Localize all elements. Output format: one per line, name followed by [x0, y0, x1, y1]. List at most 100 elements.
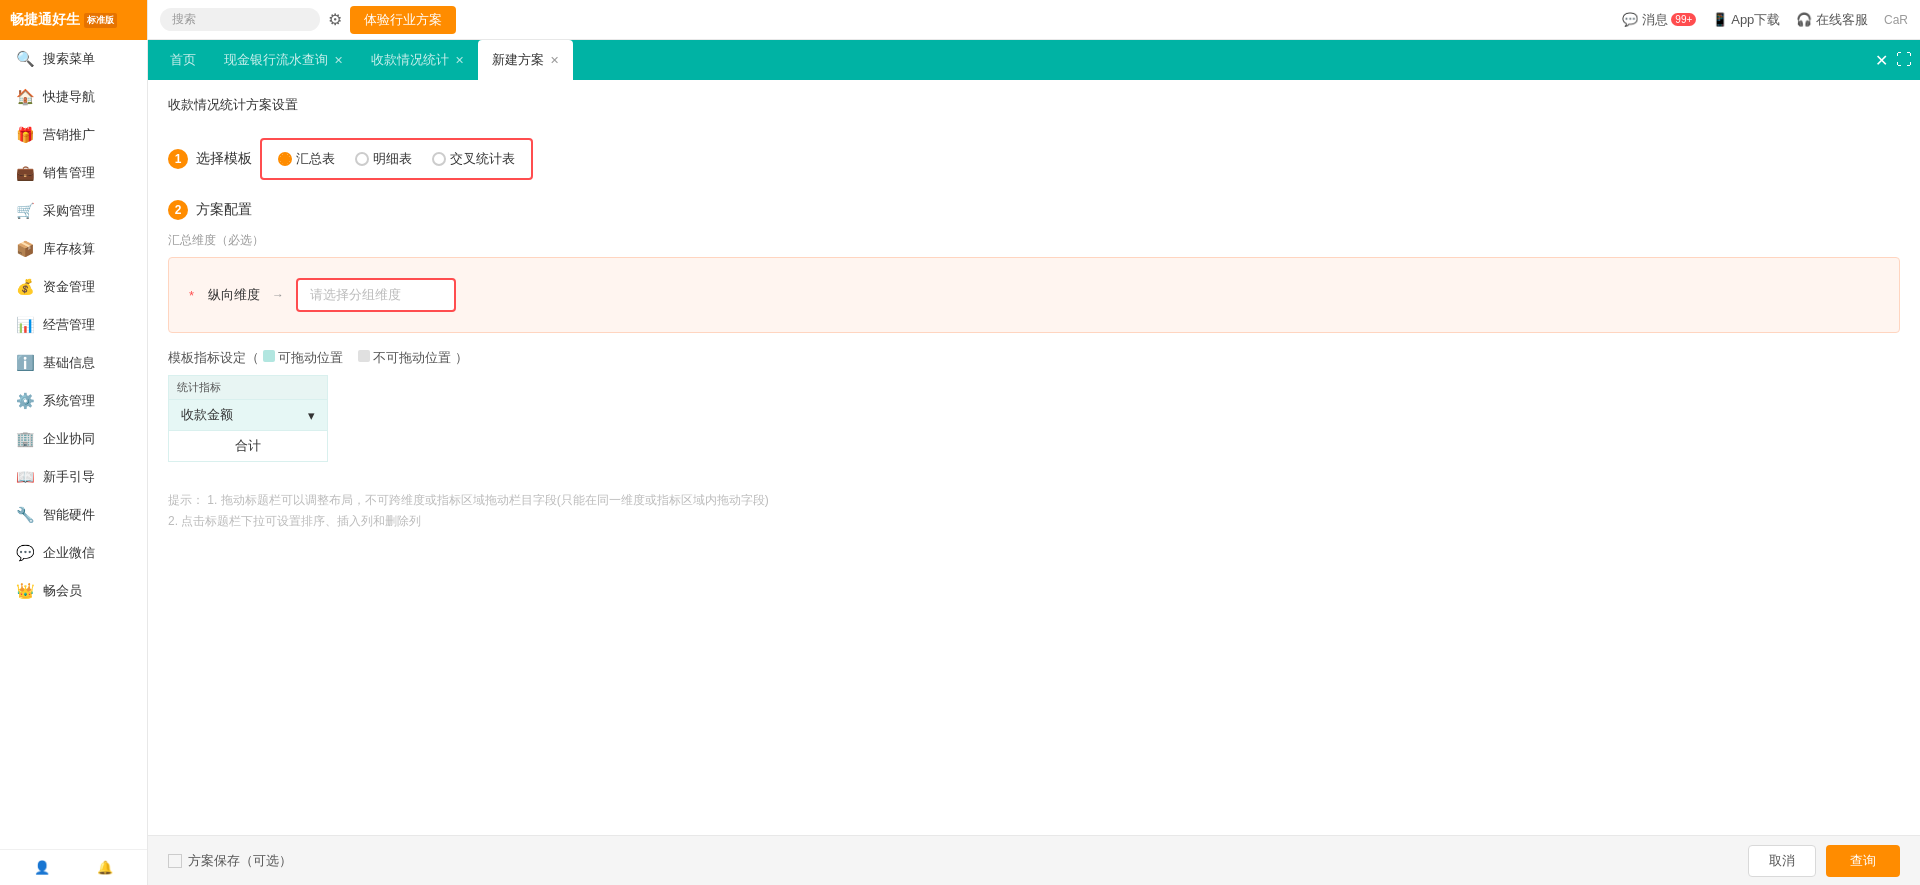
step2-num: 2 — [168, 200, 188, 220]
radio-detail[interactable]: 明细表 — [355, 150, 412, 168]
dropdown-icon[interactable]: ▾ — [308, 408, 315, 423]
sidebar-icon-11: 📖 — [16, 468, 35, 486]
tab-collection-label: 收款情况统计 — [371, 51, 449, 69]
sidebar-icon-5: 📦 — [16, 240, 35, 258]
sidebar-label-12: 智能硬件 — [43, 506, 95, 524]
sidebar-item-14[interactable]: 👑畅会员 — [0, 572, 147, 610]
footer-left: 方案保存（可选） — [168, 852, 292, 870]
sidebar-item-12[interactable]: 🔧智能硬件 — [0, 496, 147, 534]
sidebar-item-2[interactable]: 🎁营销推广 — [0, 116, 147, 154]
draggable-legend-dot — [263, 350, 275, 362]
cancel-button[interactable]: 取消 — [1748, 845, 1816, 877]
save-checkbox-label: 方案保存（可选） — [188, 852, 292, 870]
sidebar-item-11[interactable]: 📖新手引导 — [0, 458, 147, 496]
step2-header: 2 方案配置 — [168, 200, 1900, 220]
tabbar: 首页 现金银行流水查询 ✕ 收款情况统计 ✕ 新建方案 ✕ ✕ ⛶ — [148, 40, 1920, 80]
badge: 99+ — [1671, 13, 1696, 26]
metrics-header-close: ） — [455, 350, 468, 365]
tabbar-expand-icon[interactable]: ⛶ — [1896, 51, 1912, 70]
radio-cross-circle — [432, 152, 446, 166]
dimension-title: 汇总维度（必选） — [168, 232, 1900, 249]
sidebar-label-10: 企业协同 — [43, 430, 95, 448]
metrics-table-header[interactable]: 收款金额 ▾ — [169, 400, 327, 431]
sidebar: 畅捷通好生 标准版 🔍 搜索菜单 🏠快捷导航🎁营销推广💼销售管理 🛒 采购管理 📦库存核算… — [0, 0, 148, 885]
download-link[interactable]: 📱 App下载 — [1712, 11, 1780, 29]
legend-draggable-label: 可拖动位置 — [278, 350, 343, 365]
radio-cross[interactable]: 交叉统计表 — [432, 150, 515, 168]
header-right: 💬 消息 99+ 📱 App下载 🎧 在线客服 CaR — [1622, 11, 1908, 29]
query-button[interactable]: 查询 — [1826, 845, 1900, 877]
service-label: 在线客服 — [1816, 12, 1868, 27]
content-inner: 收款情况统计方案设置 1 选择模板 汇总表 — [148, 80, 1920, 835]
sidebar-item-1[interactable]: 🏠快捷导航 — [0, 78, 147, 116]
radio-summary[interactable]: 汇总表 — [278, 150, 335, 168]
sidebar-icon-4: 🛒 — [16, 202, 35, 220]
sidebar-item-10[interactable]: 🏢 企业协同 — [0, 420, 147, 458]
hint-section: 提示： 1. 拖动标题栏可以调整布局，不可跨维度或指标区域拖动栏目字段(只能在同… — [168, 482, 1900, 544]
step1-num: 1 — [168, 149, 188, 169]
dimension-arrow: → — [272, 288, 284, 302]
user-name: CaR — [1884, 13, 1908, 27]
sidebar-logo: 畅捷通好生 标准版 — [0, 0, 147, 40]
tab-home-label: 首页 — [170, 51, 196, 69]
sidebar-icon-14: 👑 — [16, 582, 35, 600]
save-checkbox[interactable] — [168, 854, 182, 868]
non-draggable-legend-dot — [358, 350, 370, 362]
metrics-table-cell: 合计 — [169, 431, 327, 461]
sidebar-item-6[interactable]: 💰资金管理 — [0, 268, 147, 306]
step2-section: 2 方案配置 汇总维度（必选） * 纵向维度 → 请选择分组维度 — [168, 200, 1900, 544]
main-area: 搜索 ⚙ 体验行业方案 💬 消息 99+ 📱 App下载 🎧 在线客服 CaR … — [148, 0, 1920, 885]
sidebar-icon-9: ⚙️ — [16, 392, 35, 410]
tab-collection-close[interactable]: ✕ — [455, 54, 464, 67]
sidebar-label-6: 资金管理 — [43, 278, 95, 296]
tab-collection[interactable]: 收款情况统计 ✕ — [357, 40, 478, 80]
radio-detail-circle — [355, 152, 369, 166]
step2-title: 方案配置 — [196, 201, 252, 219]
sidebar-icon-2: 🎁 — [16, 126, 35, 144]
required-mark: * — [189, 288, 194, 303]
industry-btn[interactable]: 体验行业方案 — [350, 6, 456, 34]
tabbar-close-icon[interactable]: ✕ — [1875, 51, 1888, 70]
header-search[interactable]: 搜索 — [160, 8, 320, 31]
tab-home[interactable]: 首页 — [156, 40, 210, 80]
sidebar-item-4[interactable]: 🛒 采购管理 — [0, 192, 147, 230]
tab-cashflow[interactable]: 现金银行流水查询 ✕ — [210, 40, 357, 80]
tab-new-plan[interactable]: 新建方案 ✕ — [478, 40, 573, 80]
sidebar-icon-13: 💬 — [16, 544, 35, 562]
sidebar-label-8: 基础信息 — [43, 354, 95, 372]
sidebar-item-8[interactable]: ℹ️ 基础信息 — [0, 344, 147, 382]
radio-summary-label: 汇总表 — [296, 150, 335, 168]
metrics-table-header-label: 收款金额 — [181, 406, 233, 424]
step1-header: 1 选择模板 汇总表 明细表 — [168, 138, 1900, 180]
sidebar-label-0: 搜索菜单 — [43, 50, 95, 68]
sidebar-item-7[interactable]: 📊经营管理 — [0, 306, 147, 344]
sidebar-item-3[interactable]: 💼销售管理 — [0, 154, 147, 192]
dimension-input[interactable]: 请选择分组维度 — [296, 278, 456, 312]
dimension-row: * 纵向维度 → 请选择分组维度 — [189, 278, 1879, 312]
service-link[interactable]: 🎧 在线客服 — [1796, 11, 1868, 29]
notice-area[interactable]: 💬 消息 99+ — [1622, 11, 1696, 29]
sidebar-icon-10: 🏢 — [16, 430, 35, 448]
sidebar-bottom-icon1: 👤 — [34, 860, 50, 875]
sidebar-icon-0: 🔍 — [16, 50, 35, 68]
tab-cashflow-close[interactable]: ✕ — [334, 54, 343, 67]
sidebar-icon-8: ℹ️ — [16, 354, 35, 372]
sidebar-label-7: 经营管理 — [43, 316, 95, 334]
logo-sub: 标准版 — [84, 13, 117, 28]
metrics-section: 模板指标设定（ 可拖动位置 不可拖动位置 ） 统计指标 收款金额 — [168, 349, 1900, 462]
tab-new-plan-close[interactable]: ✕ — [550, 54, 559, 67]
sidebar-item-9[interactable]: ⚙️系统管理 — [0, 382, 147, 420]
radio-group: 汇总表 明细表 交叉统计表 — [278, 150, 515, 168]
step1-title: 选择模板 — [196, 150, 252, 168]
metrics-title-text: 模板指标设定（ — [168, 350, 259, 365]
metrics-header: 模板指标设定（ 可拖动位置 不可拖动位置 ） — [168, 349, 1900, 367]
tabbar-actions: ✕ ⛶ — [1875, 51, 1912, 70]
sidebar-bottom-icon2: 🔔 — [97, 860, 113, 875]
radio-detail-label: 明细表 — [373, 150, 412, 168]
sidebar-item-0[interactable]: 🔍 搜索菜单 — [0, 40, 147, 78]
sidebar-label-4: 采购管理 — [43, 202, 95, 220]
sidebar-item-13[interactable]: 💬企业微信 — [0, 534, 147, 572]
hint-item-1: 提示： 1. 拖动标题栏可以调整布局，不可跨维度或指标区域拖动栏目字段(只能在同… — [168, 492, 1900, 509]
sidebar-item-5[interactable]: 📦库存核算 — [0, 230, 147, 268]
gear-icon[interactable]: ⚙ — [328, 10, 342, 29]
